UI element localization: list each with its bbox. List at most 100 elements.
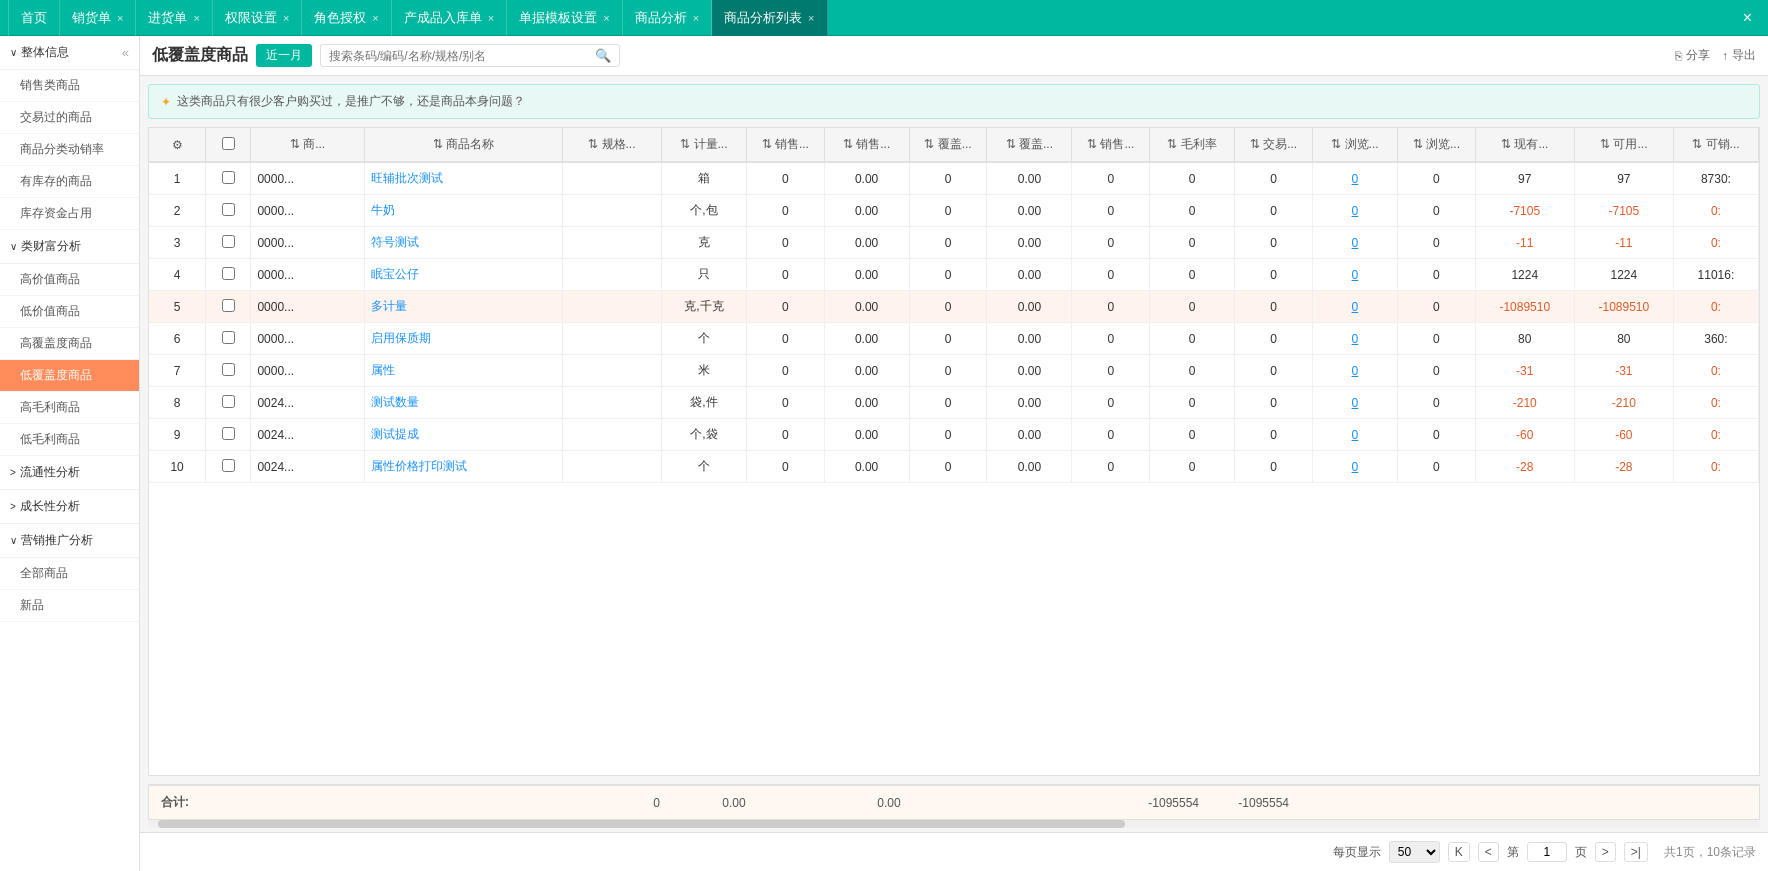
nav-item-products[interactable]: 产成品入库单 × — [392, 0, 507, 36]
first-page-button[interactable]: K — [1448, 842, 1470, 862]
sidebar-item-all-goods[interactable]: 全部商品 — [0, 558, 139, 590]
row-checkbox[interactable] — [222, 171, 235, 184]
th-settings[interactable]: ⚙ — [149, 128, 206, 162]
window-close-button[interactable]: × — [1735, 9, 1760, 27]
cell-name[interactable]: 属性价格打印测试 — [364, 451, 562, 483]
cell-check[interactable] — [206, 227, 251, 259]
close-icon[interactable]: × — [117, 12, 123, 24]
cell-check[interactable] — [206, 387, 251, 419]
nav-item-purchase[interactable]: 进货单 × — [136, 0, 212, 36]
settings-icon[interactable]: ⚙ — [172, 138, 183, 152]
cell-check[interactable] — [206, 451, 251, 483]
cell-check[interactable] — [206, 259, 251, 291]
th-curr[interactable]: ⇅ 现有... — [1475, 128, 1574, 162]
close-icon[interactable]: × — [283, 12, 289, 24]
last-page-button[interactable]: >| — [1624, 842, 1648, 862]
row-checkbox[interactable] — [222, 331, 235, 344]
th-trans[interactable]: ⇅ 交易... — [1235, 128, 1313, 162]
horizontal-scrollbar[interactable] — [148, 820, 1760, 828]
cell-browse1[interactable]: 0 — [1312, 259, 1397, 291]
close-icon[interactable]: × — [603, 12, 609, 24]
cell-name[interactable]: 眠宝公仔 — [364, 259, 562, 291]
th-sale-qty[interactable]: ⇅ 销售... — [746, 128, 824, 162]
search-input[interactable] — [329, 49, 595, 63]
cell-check[interactable] — [206, 355, 251, 387]
th-spec[interactable]: ⇅ 规格... — [562, 128, 661, 162]
cell-browse1[interactable]: 0 — [1312, 355, 1397, 387]
page-number-input[interactable] — [1527, 842, 1567, 862]
cell-name[interactable]: 启用保质期 — [364, 323, 562, 355]
row-checkbox[interactable] — [222, 267, 235, 280]
sidebar-item-traded-goods[interactable]: 交易过的商品 — [0, 102, 139, 134]
nav-item-analysis-list[interactable]: 商品分析列表 × — [712, 0, 827, 36]
sidebar-item-high-gross[interactable]: 高毛利商品 — [0, 392, 139, 424]
nav-item-home[interactable]: 首页 — [8, 0, 60, 36]
sidebar-item-stocked-goods[interactable]: 有库存的商品 — [0, 166, 139, 198]
share-button[interactable]: ⎘ 分享 — [1675, 47, 1710, 64]
period-button[interactable]: 近一月 — [256, 44, 312, 67]
select-all-checkbox[interactable] — [222, 137, 235, 150]
cell-name[interactable]: 多计量 — [364, 291, 562, 323]
cell-browse1[interactable]: 0 — [1312, 451, 1397, 483]
th-cover1[interactable]: ⇅ 覆盖... — [909, 128, 987, 162]
sidebar-section-liquidity[interactable]: > 流通性分析 — [0, 456, 139, 490]
sidebar-item-low-coverage[interactable]: 低覆盖度商品 — [0, 360, 139, 392]
row-checkbox[interactable] — [222, 203, 235, 216]
cell-browse1[interactable]: 0 — [1312, 323, 1397, 355]
row-checkbox[interactable] — [222, 459, 235, 472]
next-page-button[interactable]: > — [1595, 842, 1616, 862]
th-cover2[interactable]: ⇅ 覆盖... — [987, 128, 1072, 162]
th-sale3[interactable]: ⇅ 销售... — [1072, 128, 1150, 162]
export-button[interactable]: ↑ 导出 — [1722, 47, 1756, 64]
sidebar-section-marketing[interactable]: ∨ 营销推广分析 — [0, 524, 139, 558]
row-checkbox[interactable] — [222, 235, 235, 248]
cell-browse1[interactable]: 0 — [1312, 162, 1397, 195]
th-sellable[interactable]: ⇅ 可销... — [1673, 128, 1758, 162]
cell-check[interactable] — [206, 419, 251, 451]
collapse-icon[interactable]: « — [122, 45, 129, 60]
cell-check[interactable] — [206, 195, 251, 227]
cell-check[interactable] — [206, 291, 251, 323]
cell-browse1[interactable]: 0 — [1312, 387, 1397, 419]
row-checkbox[interactable] — [222, 395, 235, 408]
sidebar-item-sales-goods[interactable]: 销售类商品 — [0, 70, 139, 102]
sidebar-item-inventory-capital[interactable]: 库存资金占用 — [0, 198, 139, 230]
th-name[interactable]: ⇅ 商品名称 — [364, 128, 562, 162]
cell-name[interactable]: 测试提成 — [364, 419, 562, 451]
cell-check[interactable] — [206, 323, 251, 355]
cell-name[interactable]: 测试数量 — [364, 387, 562, 419]
search-icon[interactable]: 🔍 — [595, 48, 611, 63]
cell-browse1[interactable]: 0 — [1312, 195, 1397, 227]
th-unit[interactable]: ⇅ 计量... — [661, 128, 746, 162]
th-gross[interactable]: ⇅ 毛利率 — [1150, 128, 1235, 162]
nav-item-permissions[interactable]: 权限设置 × — [213, 0, 302, 36]
sidebar-item-low-value[interactable]: 低价值商品 — [0, 296, 139, 328]
close-icon[interactable]: × — [693, 12, 699, 24]
close-icon[interactable]: × — [488, 12, 494, 24]
row-checkbox[interactable] — [222, 427, 235, 440]
sidebar-section-wealth[interactable]: ∨ 类财富分析 — [0, 230, 139, 264]
nav-item-analysis[interactable]: 商品分析 × — [623, 0, 712, 36]
cell-browse1[interactable]: 0 — [1312, 419, 1397, 451]
sidebar-item-high-coverage[interactable]: 高覆盖度商品 — [0, 328, 139, 360]
cell-name[interactable]: 旺辅批次测试 — [364, 162, 562, 195]
cell-browse1[interactable]: 0 — [1312, 227, 1397, 259]
th-browse1[interactable]: ⇅ 浏览... — [1312, 128, 1397, 162]
cell-name[interactable]: 牛奶 — [364, 195, 562, 227]
row-checkbox[interactable] — [222, 363, 235, 376]
sidebar-item-high-value[interactable]: 高价值商品 — [0, 264, 139, 296]
sidebar-section-overall[interactable]: ∨ 整体信息 « — [0, 36, 139, 70]
th-sale-amt[interactable]: ⇅ 销售... — [824, 128, 909, 162]
th-code[interactable]: ⇅ 商... — [251, 128, 364, 162]
close-icon[interactable]: × — [808, 12, 814, 24]
nav-item-templates[interactable]: 单据模板设置 × — [507, 0, 622, 36]
cell-check[interactable] — [206, 162, 251, 195]
per-page-select[interactable]: 50 10 20 100 — [1389, 841, 1440, 863]
th-browse2[interactable]: ⇅ 浏览... — [1397, 128, 1475, 162]
nav-item-roles[interactable]: 角色授权 × — [302, 0, 391, 36]
cell-browse1[interactable]: 0 — [1312, 291, 1397, 323]
scrollbar-thumb[interactable] — [158, 820, 1125, 828]
th-avail[interactable]: ⇅ 可用... — [1574, 128, 1673, 162]
prev-page-button[interactable]: < — [1478, 842, 1499, 862]
close-icon[interactable]: × — [193, 12, 199, 24]
